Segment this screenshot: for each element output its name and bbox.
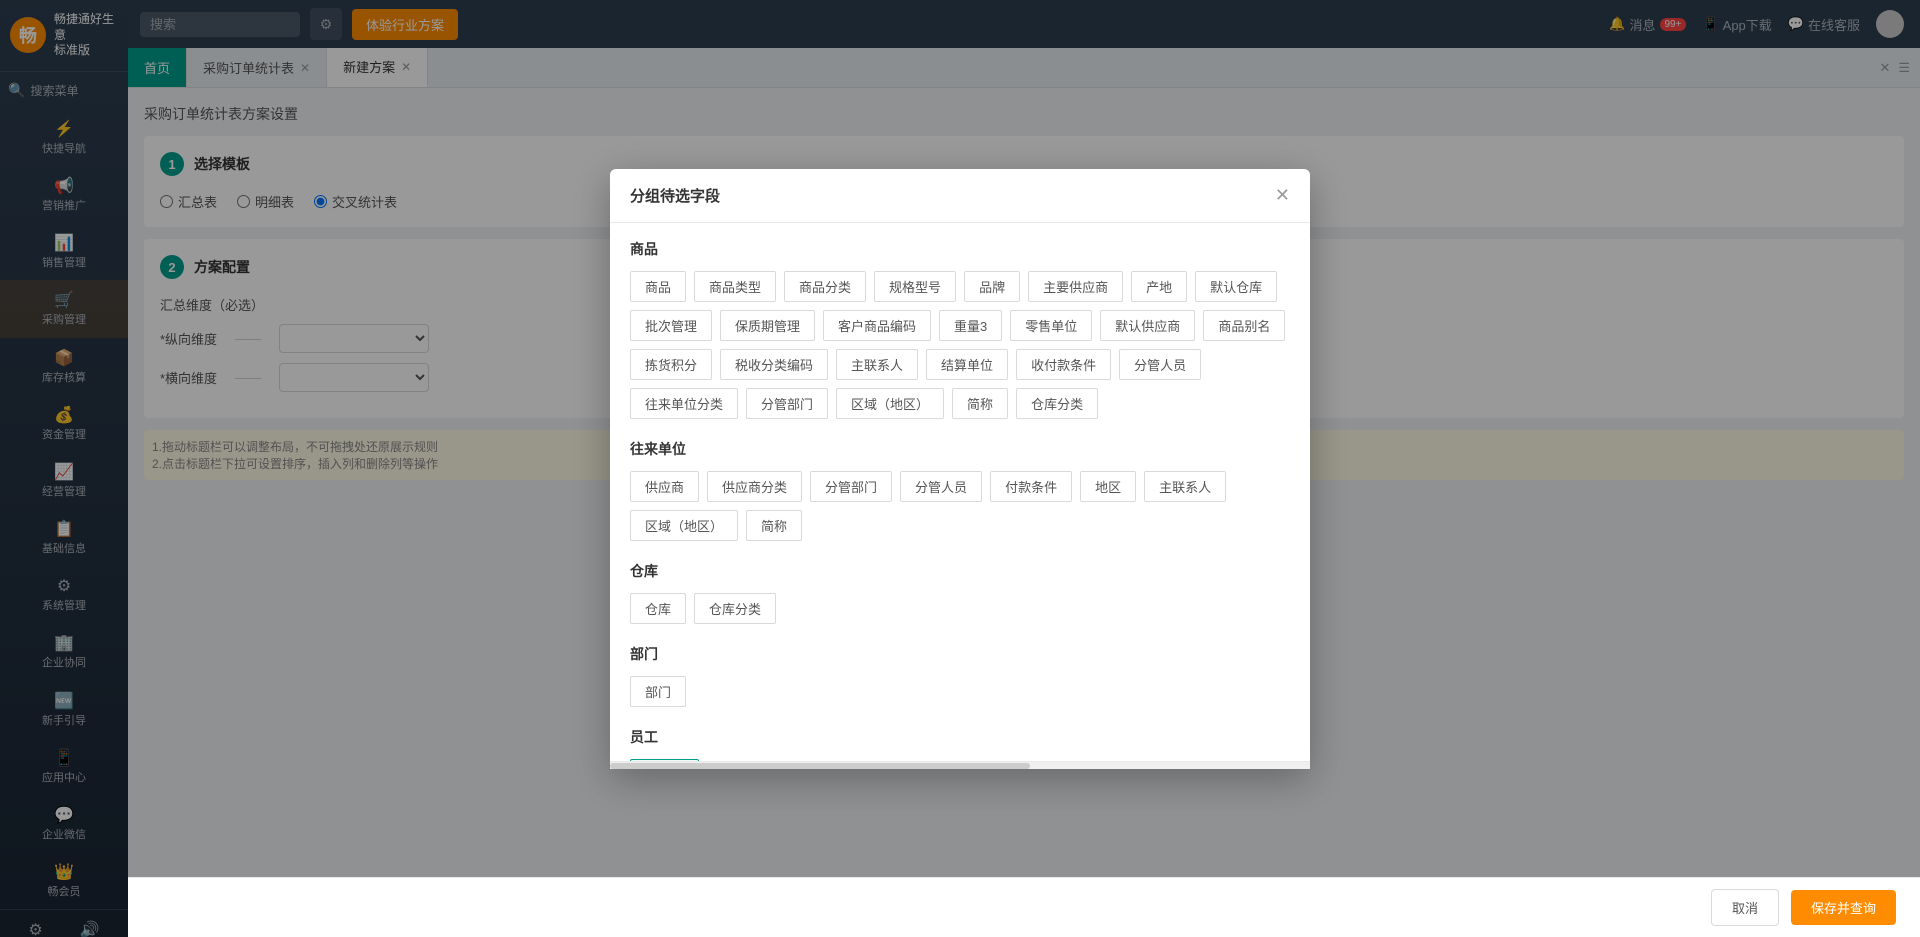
section-partner-fields: 供应商 供应商分类 分管部门 分管人员 付款条件 地区 主联系人 区域（地区） … [630, 471, 1290, 541]
field-pay-terms[interactable]: 付款条件 [990, 471, 1072, 502]
field-warehouse-category[interactable]: 仓库分类 [1016, 388, 1098, 419]
field-weight3[interactable]: 重量3 [939, 310, 1002, 341]
section-goods-fields: 商品 商品类型 商品分类 规格型号 品牌 主要供应商 产地 默认仓库 批次管理 … [630, 271, 1290, 419]
field-supplier[interactable]: 供应商 [630, 471, 699, 502]
field-short-name2[interactable]: 简称 [746, 510, 802, 541]
field-department[interactable]: 部门 [630, 676, 686, 707]
field-manager[interactable]: 分管人员 [1119, 349, 1201, 380]
field-customer-code[interactable]: 客户商品编码 [823, 310, 931, 341]
field-retail-unit[interactable]: 零售单位 [1010, 310, 1092, 341]
field-dept[interactable]: 分管部门 [810, 471, 892, 502]
section-warehouse-fields: 仓库 仓库分类 [630, 593, 1290, 624]
section-partner-title: 往来单位 [630, 439, 1290, 459]
section-goods-title: 商品 [630, 239, 1290, 259]
field-region-area[interactable]: 区域（地区） [836, 388, 944, 419]
save-button[interactable]: 保存并查询 [1791, 890, 1896, 925]
field-goods-alias[interactable]: 商品别名 [1203, 310, 1285, 341]
modal-close-btn[interactable]: ✕ [1275, 185, 1290, 206]
section-department-title: 部门 [630, 644, 1290, 664]
field-default-supplier[interactable]: 默认供应商 [1100, 310, 1195, 341]
section-employee-title: 员工 [630, 727, 1290, 747]
field-contact-person[interactable]: 主联系人 [1144, 471, 1226, 502]
field-origin[interactable]: 产地 [1131, 271, 1187, 302]
field-expiry-mgmt[interactable]: 保质期管理 [720, 310, 815, 341]
modal-header: 分组待选字段 ✕ [610, 169, 1310, 223]
field-settle-unit[interactable]: 结算单位 [926, 349, 1008, 380]
field-brand[interactable]: 品牌 [964, 271, 1020, 302]
modal-title: 分组待选字段 [630, 185, 720, 206]
modal-hscrollbar-thumb [610, 763, 1030, 769]
field-region-area2[interactable]: 区域（地区） [630, 510, 738, 541]
section-warehouse: 仓库 仓库 仓库分类 [630, 561, 1290, 624]
field-default-warehouse[interactable]: 默认仓库 [1195, 271, 1277, 302]
section-department-fields: 部门 [630, 676, 1290, 707]
section-department: 部门 部门 [630, 644, 1290, 707]
field-select-modal: 分组待选字段 ✕ 商品 商品 商品类型 商品分类 规格型号 品牌 主要供应商 产… [610, 169, 1310, 769]
field-goods-category[interactable]: 商品分类 [784, 271, 866, 302]
bottom-bar: 取消 保存并查询 [128, 877, 1920, 937]
field-short-name[interactable]: 简称 [952, 388, 1008, 419]
modal-body[interactable]: 商品 商品 商品类型 商品分类 规格型号 品牌 主要供应商 产地 默认仓库 批次… [610, 223, 1310, 761]
field-goods-type[interactable]: 商品类型 [694, 271, 776, 302]
section-warehouse-title: 仓库 [630, 561, 1290, 581]
field-payment-terms[interactable]: 收付款条件 [1016, 349, 1111, 380]
field-incoming-unit-cat[interactable]: 往来单位分类 [630, 388, 738, 419]
modal-hscrollbar[interactable] [610, 761, 1310, 769]
field-warehouse-cat[interactable]: 仓库分类 [694, 593, 776, 624]
field-tax-code[interactable]: 税收分类编码 [720, 349, 828, 380]
field-spec-type[interactable]: 规格型号 [874, 271, 956, 302]
field-manage-staff[interactable]: 分管人员 [900, 471, 982, 502]
cancel-button[interactable]: 取消 [1711, 889, 1779, 926]
section-employee: 员工 业务员 [630, 727, 1290, 761]
field-warehouse[interactable]: 仓库 [630, 593, 686, 624]
field-manage-dept[interactable]: 分管部门 [746, 388, 828, 419]
field-pick-score[interactable]: 拣货积分 [630, 349, 712, 380]
field-main-supplier[interactable]: 主要供应商 [1028, 271, 1123, 302]
section-partner: 往来单位 供应商 供应商分类 分管部门 分管人员 付款条件 地区 主联系人 区域… [630, 439, 1290, 541]
field-batch-mgmt[interactable]: 批次管理 [630, 310, 712, 341]
field-area[interactable]: 地区 [1080, 471, 1136, 502]
field-goods[interactable]: 商品 [630, 271, 686, 302]
field-main-contact[interactable]: 主联系人 [836, 349, 918, 380]
section-goods: 商品 商品 商品类型 商品分类 规格型号 品牌 主要供应商 产地 默认仓库 批次… [630, 239, 1290, 419]
field-supplier-category[interactable]: 供应商分类 [707, 471, 802, 502]
